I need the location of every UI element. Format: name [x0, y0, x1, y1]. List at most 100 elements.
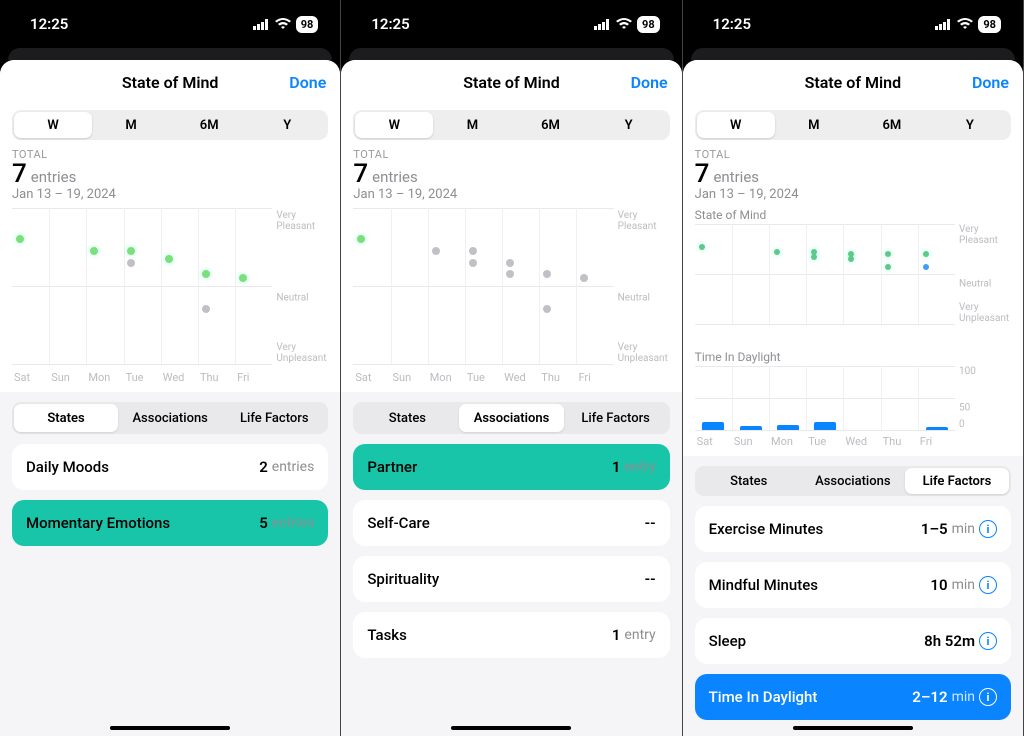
chart-point[interactable] [923, 251, 929, 257]
timeframe-w[interactable]: W [697, 112, 775, 138]
chart-point[interactable] [16, 235, 24, 243]
list-item[interactable]: Partner1 entry [353, 444, 669, 490]
xtick: Mon [769, 432, 806, 450]
timeframe-y[interactable]: Y [248, 112, 326, 138]
timeframe-w[interactable]: W [355, 112, 433, 138]
home-indicator[interactable] [793, 726, 913, 730]
chart-point[interactable] [543, 305, 551, 313]
list-item[interactable]: Tasks1 entry [353, 612, 669, 658]
xtick: Sat [353, 366, 390, 388]
tab-life-factors[interactable]: Life Factors [905, 468, 1009, 494]
info-icon[interactable]: i [979, 688, 997, 706]
list-item[interactable]: Sleep8h 52mi [695, 618, 1011, 664]
chart-point[interactable] [885, 251, 891, 257]
timeframe-segmented[interactable]: W M 6M Y [12, 110, 328, 140]
chart-point[interactable] [202, 305, 210, 313]
tab-life-factors[interactable]: Life Factors [222, 404, 326, 432]
chart-bar[interactable] [926, 427, 948, 430]
chart-point[interactable] [357, 235, 365, 243]
list-item[interactable]: Exercise Minutes1–5 mini [695, 506, 1011, 552]
info-icon[interactable]: i [979, 576, 997, 594]
list-item[interactable]: Momentary Emotions5 entries [12, 500, 328, 546]
chart-point[interactable] [432, 247, 440, 255]
xtick: Sun [391, 366, 428, 388]
chart-bar[interactable] [814, 422, 836, 430]
battery-badge: 98 [637, 16, 660, 33]
chart-point[interactable] [469, 259, 477, 267]
timeframe-segmented[interactable]: W M 6M Y [695, 110, 1011, 140]
chart-point[interactable] [923, 264, 929, 270]
chart-point[interactable] [543, 270, 551, 278]
list-item-label: Exercise Minutes [709, 520, 824, 538]
timeframe-m[interactable]: M [92, 112, 170, 138]
chart-point[interactable] [90, 247, 98, 255]
list-item-label: Spirituality [367, 570, 439, 588]
chart-point[interactable] [699, 244, 705, 250]
nav-bar: State of Mind Done [683, 60, 1023, 104]
chart-point[interactable] [774, 249, 780, 255]
timeframe-m[interactable]: M [775, 112, 853, 138]
status-time: 12:25 [371, 15, 409, 33]
tab-associations[interactable]: Associations [118, 404, 222, 432]
chart-point[interactable] [580, 274, 588, 282]
mini-chart1-title: State of Mind [695, 208, 1011, 222]
chart-point[interactable] [885, 264, 891, 270]
chart-bar[interactable] [777, 425, 799, 430]
chart-point[interactable] [202, 270, 210, 278]
done-button[interactable]: Done [631, 73, 668, 92]
chart-point[interactable] [469, 247, 477, 255]
timeframe-6m[interactable]: 6M [511, 112, 589, 138]
tab-states[interactable]: States [355, 404, 459, 432]
timeframe-segmented[interactable]: W M 6M Y [353, 110, 669, 140]
xaxis: SatSunMonTueWedThuFri [353, 366, 613, 388]
page-title: State of Mind [805, 73, 902, 92]
done-button[interactable]: Done [972, 73, 1009, 92]
list-item[interactable]: Daily Moods2 entries [12, 444, 328, 490]
home-indicator[interactable] [451, 726, 571, 730]
chart-point[interactable] [165, 255, 173, 263]
chart-point[interactable] [811, 254, 817, 260]
chart-point[interactable] [127, 259, 135, 267]
timeframe-6m[interactable]: 6M [170, 112, 248, 138]
tab-life-factors[interactable]: Life Factors [564, 404, 668, 432]
list-item[interactable]: Mindful Minutes10 mini [695, 562, 1011, 608]
chart-point[interactable] [127, 247, 135, 255]
done-button[interactable]: Done [289, 73, 326, 92]
signal-icon [253, 19, 270, 30]
timeframe-m[interactable]: M [433, 112, 511, 138]
timeframe-w[interactable]: W [14, 112, 92, 138]
detail-tabs[interactable]: States Associations Life Factors [695, 466, 1011, 496]
list-item-label: Mindful Minutes [709, 576, 818, 594]
tab-associations[interactable]: Associations [459, 404, 563, 432]
tab-states[interactable]: States [697, 468, 801, 494]
list-item[interactable]: Time In Daylight2–12 mini [695, 674, 1011, 720]
info-icon[interactable]: i [979, 632, 997, 650]
chart-point[interactable] [506, 259, 514, 267]
chart-point[interactable] [239, 274, 247, 282]
list-item-label: Daily Moods [26, 458, 109, 476]
home-indicator[interactable] [110, 726, 230, 730]
entries-count: 7 [12, 159, 27, 189]
timeframe-y[interactable]: Y [590, 112, 668, 138]
timeframe-6m[interactable]: 6M [853, 112, 931, 138]
wifi-icon [616, 18, 632, 30]
mood-chart[interactable]: Very Pleasant Neutral Very Unpleasant Sa… [12, 208, 328, 388]
mini-chart2-title: Time In Daylight [695, 350, 1011, 364]
list-item[interactable]: Spirituality-- [353, 556, 669, 602]
detail-tabs[interactable]: States Associations Life Factors [12, 402, 328, 434]
daylight-chart[interactable]: 100 50 0 SatSunMonTueWedThuFri [695, 366, 1011, 450]
chart-bar[interactable] [740, 426, 762, 430]
timeframe-y[interactable]: Y [931, 112, 1009, 138]
chart-bar[interactable] [702, 422, 724, 430]
tab-states[interactable]: States [14, 404, 118, 432]
chart-point[interactable] [848, 256, 854, 262]
detail-tabs[interactable]: States Associations Life Factors [353, 402, 669, 434]
chart-point[interactable] [506, 270, 514, 278]
mood-chart[interactable]: Very Pleasant Neutral Very Unpleasant Sa… [353, 208, 669, 388]
xtick: Fri [576, 366, 613, 388]
tab-associations[interactable]: Associations [801, 468, 905, 494]
phone-states: 12:25 98 State of Mind Done W M 6M Y TOT… [0, 0, 341, 736]
list-item[interactable]: Self-Care-- [353, 500, 669, 546]
mood-chart-mini[interactable]: Very Pleasant Neutral Very Unpleasant [695, 224, 1011, 344]
info-icon[interactable]: i [979, 520, 997, 538]
